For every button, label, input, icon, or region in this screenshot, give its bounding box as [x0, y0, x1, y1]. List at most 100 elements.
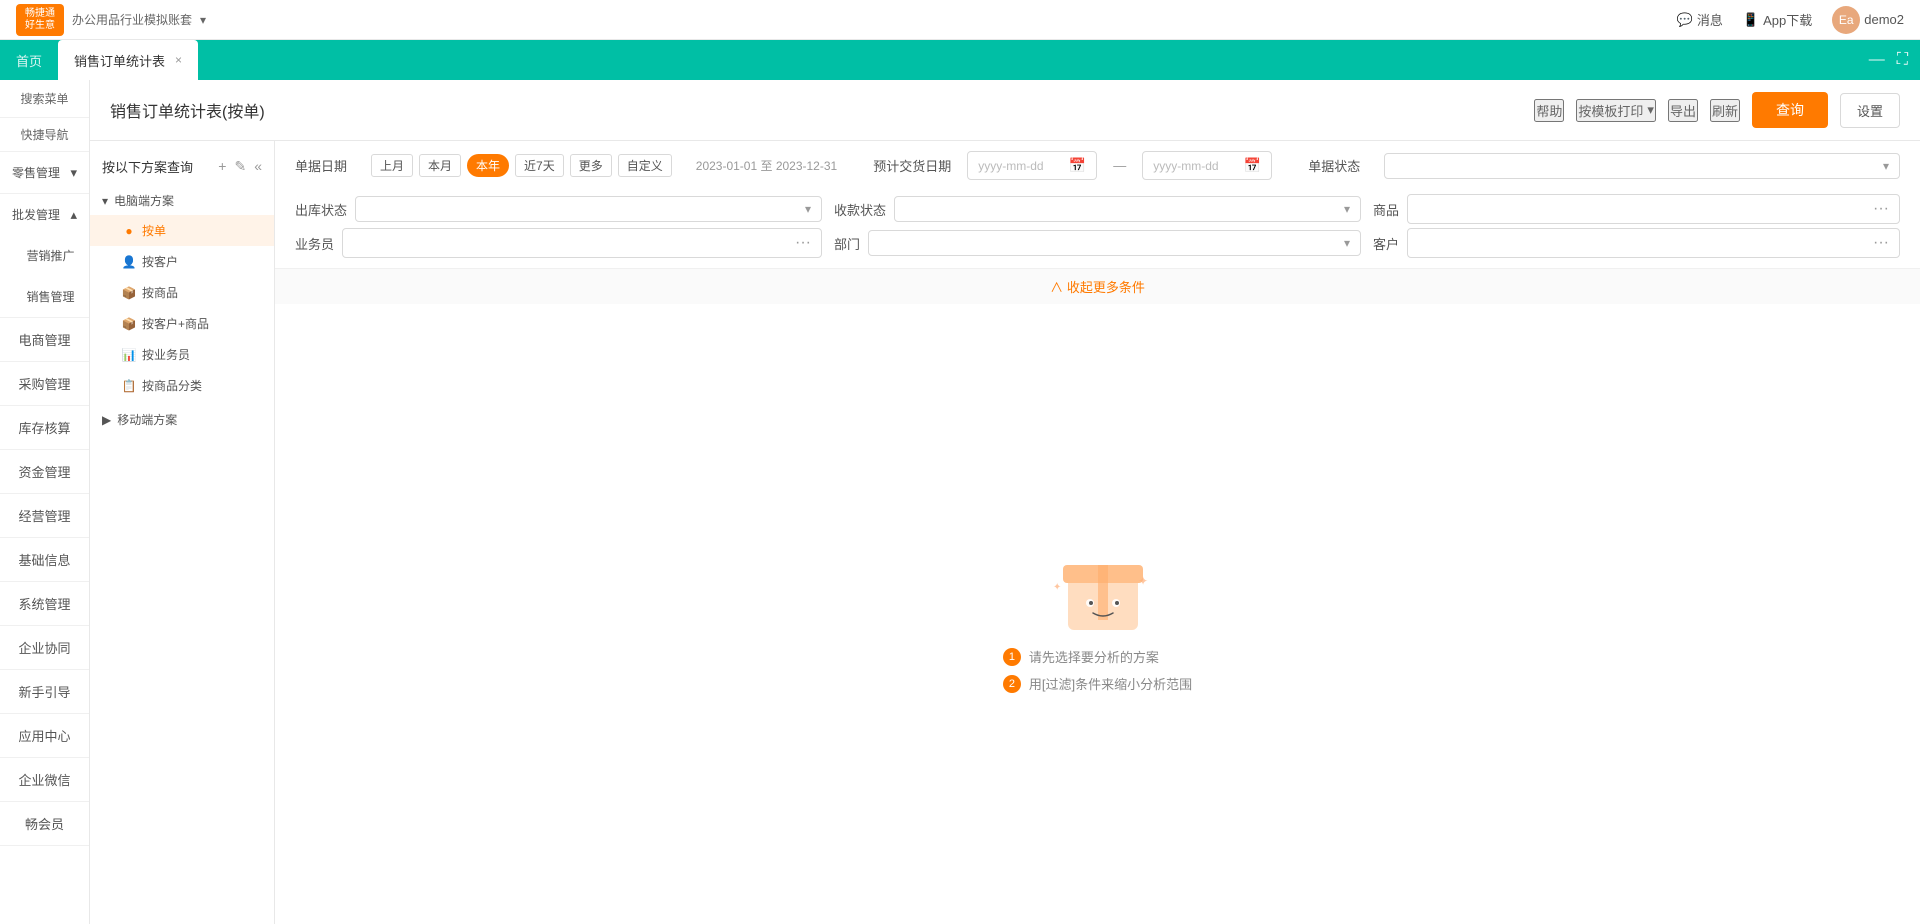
- sidebar-item-system[interactable]: 系统管理: [0, 582, 89, 625]
- date-btn-lastmonth[interactable]: 上月: [371, 154, 413, 177]
- scheme-sales-icon: 📊: [122, 348, 136, 362]
- scheme-item-单[interactable]: ● 按单: [90, 215, 274, 246]
- payment-caret-icon: ▾: [1344, 202, 1350, 216]
- filter-date-row: 单据日期 上月 本月 本年 近7天 更多 自定义 2023-01-01 至 20…: [275, 141, 1920, 190]
- top-bar-right: 💬 消息 📱 App下载 Ea demo2: [1677, 6, 1904, 34]
- sidebar-section-retail: 零售管理 ▾: [0, 152, 89, 194]
- user-menu[interactable]: Ea demo2: [1832, 6, 1904, 34]
- step-num-2: 2: [1003, 675, 1021, 693]
- date-input-start: yyyy-mm-dd 📅: [967, 151, 1097, 180]
- payment-select[interactable]: ▾: [894, 196, 1361, 222]
- sidebar-item-retail[interactable]: 零售管理 ▾: [0, 152, 89, 193]
- desktop-group-header[interactable]: ▾ 电脑端方案: [90, 186, 274, 215]
- filter-cell-shipment: 出库状态 ▾: [295, 194, 822, 224]
- expected-date-start[interactable]: yyyy-mm-dd 📅: [967, 151, 1097, 180]
- filter-cell-payment: 收款状态 ▾: [834, 194, 1361, 224]
- scheme-goods-icon: 📦: [122, 286, 136, 300]
- collapse-bar[interactable]: ∧ 收起更多条件: [275, 268, 1920, 304]
- sidebar-item-newbie[interactable]: 新手引导: [0, 670, 89, 713]
- customer-select[interactable]: ···: [1407, 228, 1900, 258]
- sidebar-item-sales[interactable]: 销售管理: [0, 276, 89, 317]
- sidebar-item-wechat[interactable]: 企业微信: [0, 758, 89, 801]
- customer-dots-icon: ···: [1873, 234, 1889, 252]
- filter-cell-goods: 商品 ···: [1373, 194, 1900, 224]
- inner-layout: 按以下方案查询 + ✎ « ▾ 电脑端方案 ● 按单: [90, 141, 1920, 924]
- scheme-item-客户商品[interactable]: 📦 按客户+商品: [90, 308, 274, 339]
- collapse-panel-icon[interactable]: «: [254, 158, 262, 175]
- tab-bar: 首页 销售订单统计表 × — ⛶: [0, 40, 1920, 80]
- calendar-icon-end: 📅: [1244, 157, 1261, 174]
- filter-date-row-inner: 单据日期 上月 本月 本年 近7天 更多 自定义 2023-01-01 至 20…: [295, 151, 1900, 180]
- scheme-item-业务员[interactable]: 📊 按业务员: [90, 339, 274, 370]
- sidebar-item-ops[interactable]: 经营管理: [0, 494, 89, 537]
- message-icon: 💬: [1677, 12, 1693, 28]
- scheme-customer-icon: 👤: [122, 255, 136, 269]
- shipment-select[interactable]: ▾: [355, 196, 822, 222]
- chevron-up-icon: ▴: [70, 207, 77, 223]
- sidebar-item-appcenter[interactable]: 应用中心: [0, 714, 89, 757]
- scheme-item-客户[interactable]: 👤 按客户: [90, 246, 274, 277]
- scheme-item-商品[interactable]: 📦 按商品: [90, 277, 274, 308]
- date-btn-thisyear[interactable]: 本年: [467, 154, 509, 177]
- filter-row3: 业务员 ··· 部门 ▾ 客户: [275, 224, 1920, 268]
- scheme-customer-goods-icon: 📦: [122, 317, 136, 331]
- department-select[interactable]: ▾: [868, 230, 1361, 256]
- date-btn-7days[interactable]: 近7天: [515, 154, 564, 177]
- left-panel-icons: + ✎ «: [218, 158, 262, 175]
- goods-select[interactable]: ···: [1407, 194, 1900, 224]
- status-select[interactable]: ▾: [1384, 153, 1900, 179]
- empty-step-2: 2 用[过滤]条件来缩小分析范围: [1003, 674, 1192, 693]
- edit-scheme-icon[interactable]: ✎: [234, 158, 246, 175]
- sidebar-item-finance[interactable]: 资金管理: [0, 450, 89, 493]
- sidebar-search[interactable]: 搜索菜单: [0, 80, 89, 118]
- sidebar-section-corp: 企业协同: [0, 626, 89, 670]
- empty-svg: ✦ ✦: [1048, 535, 1158, 635]
- sidebar-item-corp[interactable]: 企业协同: [0, 626, 89, 669]
- sidebar-item-basic[interactable]: 基础信息: [0, 538, 89, 581]
- expected-date-end[interactable]: yyyy-mm-dd 📅: [1142, 151, 1272, 180]
- tab-close-icon[interactable]: ×: [175, 53, 182, 67]
- sidebar-item-marketing[interactable]: 营销推广: [0, 235, 89, 276]
- query-btn[interactable]: 查询: [1752, 92, 1828, 128]
- app-title: 办公用品行业模拟账套: [72, 11, 192, 28]
- tab-sales-order-stats[interactable]: 销售订单统计表 ×: [58, 40, 198, 80]
- date-btn-thismonth[interactable]: 本月: [419, 154, 461, 177]
- app-download-btn[interactable]: 📱 App下载: [1743, 10, 1812, 29]
- scheme-item-商品分类[interactable]: 📋 按商品分类: [90, 370, 274, 401]
- maximize-icon[interactable]: ⛶: [1897, 51, 1908, 69]
- date-btn-more[interactable]: 更多: [570, 154, 612, 177]
- setting-btn[interactable]: 设置: [1840, 93, 1900, 128]
- sidebar-section-member: 畅会员: [0, 802, 89, 846]
- sidebar-item-ecom[interactable]: 电商管理: [0, 318, 89, 361]
- sidebar-item-inventory[interactable]: 库存核算: [0, 406, 89, 449]
- title-dropdown[interactable]: ▾: [200, 13, 206, 27]
- sidebar-section-newbie: 新手引导: [0, 670, 89, 714]
- sidebar-item-purchase[interactable]: 采购管理: [0, 362, 89, 405]
- filter-cell-salesperson: 业务员 ···: [295, 228, 822, 258]
- sidebar-section-basic: 基础信息: [0, 538, 89, 582]
- shipment-label: 出库状态: [295, 200, 347, 219]
- top-bar: 畅捷通好生意 办公用品行业模拟账套 ▾ 💬 消息 📱 App下载 Ea demo…: [0, 0, 1920, 40]
- message-btn[interactable]: 💬 消息: [1677, 10, 1723, 29]
- desktop-schemes: ▾ 电脑端方案 ● 按单 👤 按客户 📦 按商品: [90, 186, 274, 401]
- page-header: 销售订单统计表(按单) 帮助 按模板打印 ▾ 导出 刷新 查询 设置: [90, 80, 1920, 141]
- help-btn[interactable]: 帮助: [1534, 99, 1564, 122]
- sidebar-quick-nav[interactable]: 快捷导航: [0, 118, 89, 152]
- sidebar-item-wholesale[interactable]: 批发管理 ▴: [0, 194, 89, 235]
- mobile-group-header[interactable]: ▶ 移动端方案: [90, 405, 274, 434]
- date-btn-custom[interactable]: 自定义: [618, 154, 672, 177]
- empty-state: ✦ ✦ 1 请先选择要分析的方案 2 用[过滤]条件来缩小分析范围: [275, 304, 1920, 924]
- date-dash: —: [1113, 158, 1126, 173]
- empty-step-1-text: 请先选择要分析的方案: [1029, 647, 1159, 666]
- sidebar-item-member[interactable]: 畅会员: [0, 802, 89, 845]
- refresh-btn[interactable]: 刷新: [1710, 99, 1740, 122]
- print-btn[interactable]: 按模板打印 ▾: [1576, 99, 1656, 122]
- add-scheme-icon[interactable]: +: [218, 158, 226, 175]
- export-btn[interactable]: 导出: [1668, 99, 1698, 122]
- page-actions: 帮助 按模板打印 ▾ 导出 刷新 查询 设置: [1534, 92, 1900, 128]
- minimize-icon[interactable]: —: [1869, 51, 1885, 69]
- tab-home[interactable]: 首页: [0, 40, 58, 80]
- salesperson-select[interactable]: ···: [342, 228, 822, 258]
- sidebar: 搜索菜单 快捷导航 零售管理 ▾ 批发管理 ▴ 营销推广 销售管理 电商管理 采…: [0, 80, 90, 924]
- chevron-down-icon: ▾: [200, 13, 206, 27]
